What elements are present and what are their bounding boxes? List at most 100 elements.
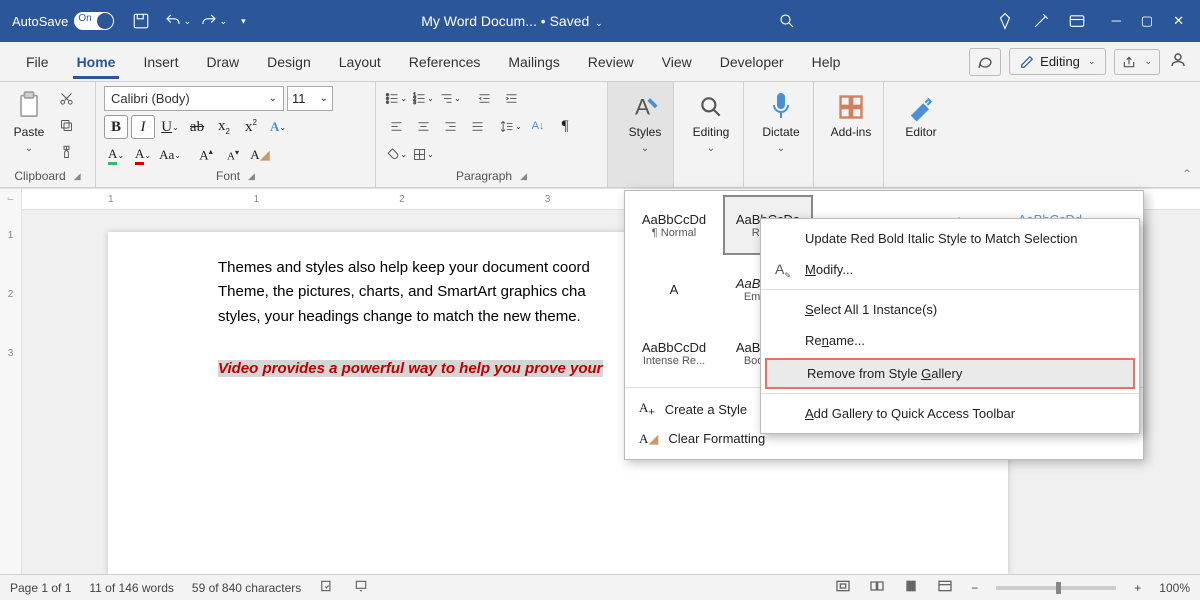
- tab-mailings[interactable]: Mailings: [494, 46, 573, 78]
- toggle-switch[interactable]: [74, 12, 114, 30]
- editing-button[interactable]: Editing: [682, 86, 740, 159]
- status-words[interactable]: 11 of 146 words: [89, 581, 174, 595]
- underline-button[interactable]: U⌄: [158, 115, 182, 139]
- zoom-out-icon[interactable]: −: [971, 581, 978, 595]
- status-page[interactable]: Page 1 of 1: [10, 581, 71, 595]
- superscript-button[interactable]: x2: [239, 115, 263, 139]
- font-size-select[interactable]: 11⌄: [287, 86, 333, 111]
- vertical-ruler[interactable]: 123: [0, 210, 22, 574]
- line-spacing-button[interactable]: ⌄: [499, 114, 523, 138]
- clear-formatting-label: Clear Formatting: [668, 431, 765, 446]
- addins-button[interactable]: Add-ins: [822, 86, 880, 143]
- redo-icon[interactable]: ⌄: [196, 4, 230, 38]
- account-icon[interactable]: [1168, 51, 1188, 72]
- format-painter-icon[interactable]: [54, 140, 78, 164]
- tab-insert[interactable]: Insert: [129, 46, 192, 78]
- change-case-button[interactable]: Aa⌄: [158, 143, 182, 167]
- editor-button[interactable]: Editor: [892, 86, 950, 143]
- shrink-font-button[interactable]: A▾: [221, 143, 245, 167]
- increase-indent-button[interactable]: [499, 86, 523, 110]
- status-accessibility-icon[interactable]: [353, 579, 369, 596]
- modify-icon: A✎: [775, 261, 791, 280]
- show-marks-button[interactable]: ¶: [553, 114, 577, 138]
- styles-button[interactable]: A Styles: [616, 86, 674, 159]
- paste-button[interactable]: Paste: [8, 86, 50, 159]
- clear-formatting-button[interactable]: A◢: [248, 143, 272, 167]
- align-left-button[interactable]: [384, 114, 408, 138]
- view-focus-icon[interactable]: [835, 579, 851, 596]
- font-name-select[interactable]: Calibri (Body)⌄: [104, 86, 284, 111]
- numbering-button[interactable]: 123⌄: [411, 86, 435, 110]
- paragraph-launcher-icon[interactable]: ◢: [520, 171, 527, 182]
- view-web-icon[interactable]: [937, 579, 953, 596]
- maximize-icon[interactable]: ▢: [1141, 13, 1153, 29]
- comments-icon[interactable]: [969, 48, 1001, 76]
- editing-group-label: Editing: [693, 126, 730, 139]
- title-bar: AutoSave ⌄ ⌄ ▾ My Word Docum... • Saved …: [0, 0, 1200, 42]
- cut-icon[interactable]: [54, 86, 78, 110]
- collapse-ribbon-icon[interactable]: ⌃: [1182, 167, 1192, 181]
- grow-font-button[interactable]: A▴: [194, 143, 218, 167]
- subscript-button[interactable]: x2: [212, 115, 236, 139]
- tab-review[interactable]: Review: [574, 46, 648, 78]
- tab-help[interactable]: Help: [798, 46, 855, 78]
- editing-mode-button[interactable]: Editing⌄: [1009, 48, 1106, 75]
- ribbon-mode-icon[interactable]: [1060, 4, 1094, 38]
- tab-references[interactable]: References: [395, 46, 495, 78]
- dictate-button[interactable]: Dictate: [752, 86, 810, 159]
- menu-remove-from-gallery[interactable]: Remove from Style Gallery: [765, 358, 1135, 389]
- autosave-toggle[interactable]: AutoSave: [12, 12, 114, 30]
- menu-rename[interactable]: Rename...: [761, 325, 1139, 356]
- bold-button[interactable]: B: [104, 115, 128, 139]
- minimize-icon[interactable]: ─: [1112, 13, 1121, 29]
- menu-add-to-qat[interactable]: Add Gallery to Quick Access Toolbar: [761, 398, 1139, 429]
- font-launcher-icon[interactable]: ◢: [248, 171, 255, 182]
- zoom-level[interactable]: 100%: [1159, 581, 1190, 595]
- menu-select-all[interactable]: Select All 1 Instance(s): [761, 294, 1139, 325]
- align-right-button[interactable]: [438, 114, 462, 138]
- menu-modify[interactable]: A✎Modify...: [761, 254, 1139, 285]
- decrease-indent-button[interactable]: [472, 86, 496, 110]
- wand-icon[interactable]: [1024, 4, 1058, 38]
- tab-developer[interactable]: Developer: [706, 46, 798, 78]
- strikethrough-button[interactable]: ab: [185, 115, 209, 139]
- tab-file[interactable]: File: [12, 46, 63, 78]
- undo-icon[interactable]: ⌄: [160, 4, 194, 38]
- qat-more-icon[interactable]: ▾: [232, 4, 254, 38]
- sort-button[interactable]: A↓: [526, 114, 550, 138]
- status-chars[interactable]: 59 of 840 characters: [192, 581, 301, 595]
- borders-button[interactable]: ⌄: [411, 142, 435, 166]
- close-icon[interactable]: ✕: [1173, 13, 1184, 29]
- clipboard-launcher-icon[interactable]: ◢: [74, 171, 81, 182]
- text-effects-button[interactable]: A⌄: [266, 115, 290, 139]
- zoom-slider[interactable]: [996, 586, 1116, 590]
- font-color-button[interactable]: A⌄: [131, 143, 155, 167]
- style-cell-5[interactable]: A: [629, 259, 719, 319]
- tab-home[interactable]: Home: [63, 46, 130, 78]
- status-spellcheck-icon[interactable]: [319, 579, 335, 596]
- tab-design[interactable]: Design: [253, 46, 325, 78]
- view-read-icon[interactable]: [869, 579, 885, 596]
- shading-button[interactable]: ⌄: [384, 142, 408, 166]
- justify-button[interactable]: [465, 114, 489, 138]
- document-title[interactable]: My Word Docum... • Saved ⌄: [256, 13, 767, 29]
- bullets-button[interactable]: ⌄: [384, 86, 408, 110]
- create-style-label: Create a Style: [665, 402, 747, 417]
- share-button[interactable]: ⌄: [1114, 49, 1160, 75]
- tab-view[interactable]: View: [648, 46, 706, 78]
- align-center-button[interactable]: [411, 114, 435, 138]
- save-icon[interactable]: [124, 4, 158, 38]
- tab-draw[interactable]: Draw: [192, 46, 253, 78]
- multilevel-list-button[interactable]: ⌄: [438, 86, 462, 110]
- highlight-button[interactable]: A⌄: [104, 143, 128, 167]
- view-print-icon[interactable]: [903, 579, 919, 596]
- zoom-in-icon[interactable]: +: [1134, 581, 1141, 595]
- copy-icon[interactable]: [54, 113, 78, 137]
- style-cell-0[interactable]: AaBbCcDd¶ Normal: [629, 195, 719, 255]
- diamond-icon[interactable]: [988, 4, 1022, 38]
- style-cell-10[interactable]: AaBbCcDdIntense Re...: [629, 323, 719, 383]
- menu-update-style[interactable]: Update Red Bold Italic Style to Match Se…: [761, 223, 1139, 254]
- search-icon[interactable]: [770, 4, 804, 38]
- italic-button[interactable]: I: [131, 115, 155, 139]
- tab-layout[interactable]: Layout: [325, 46, 395, 78]
